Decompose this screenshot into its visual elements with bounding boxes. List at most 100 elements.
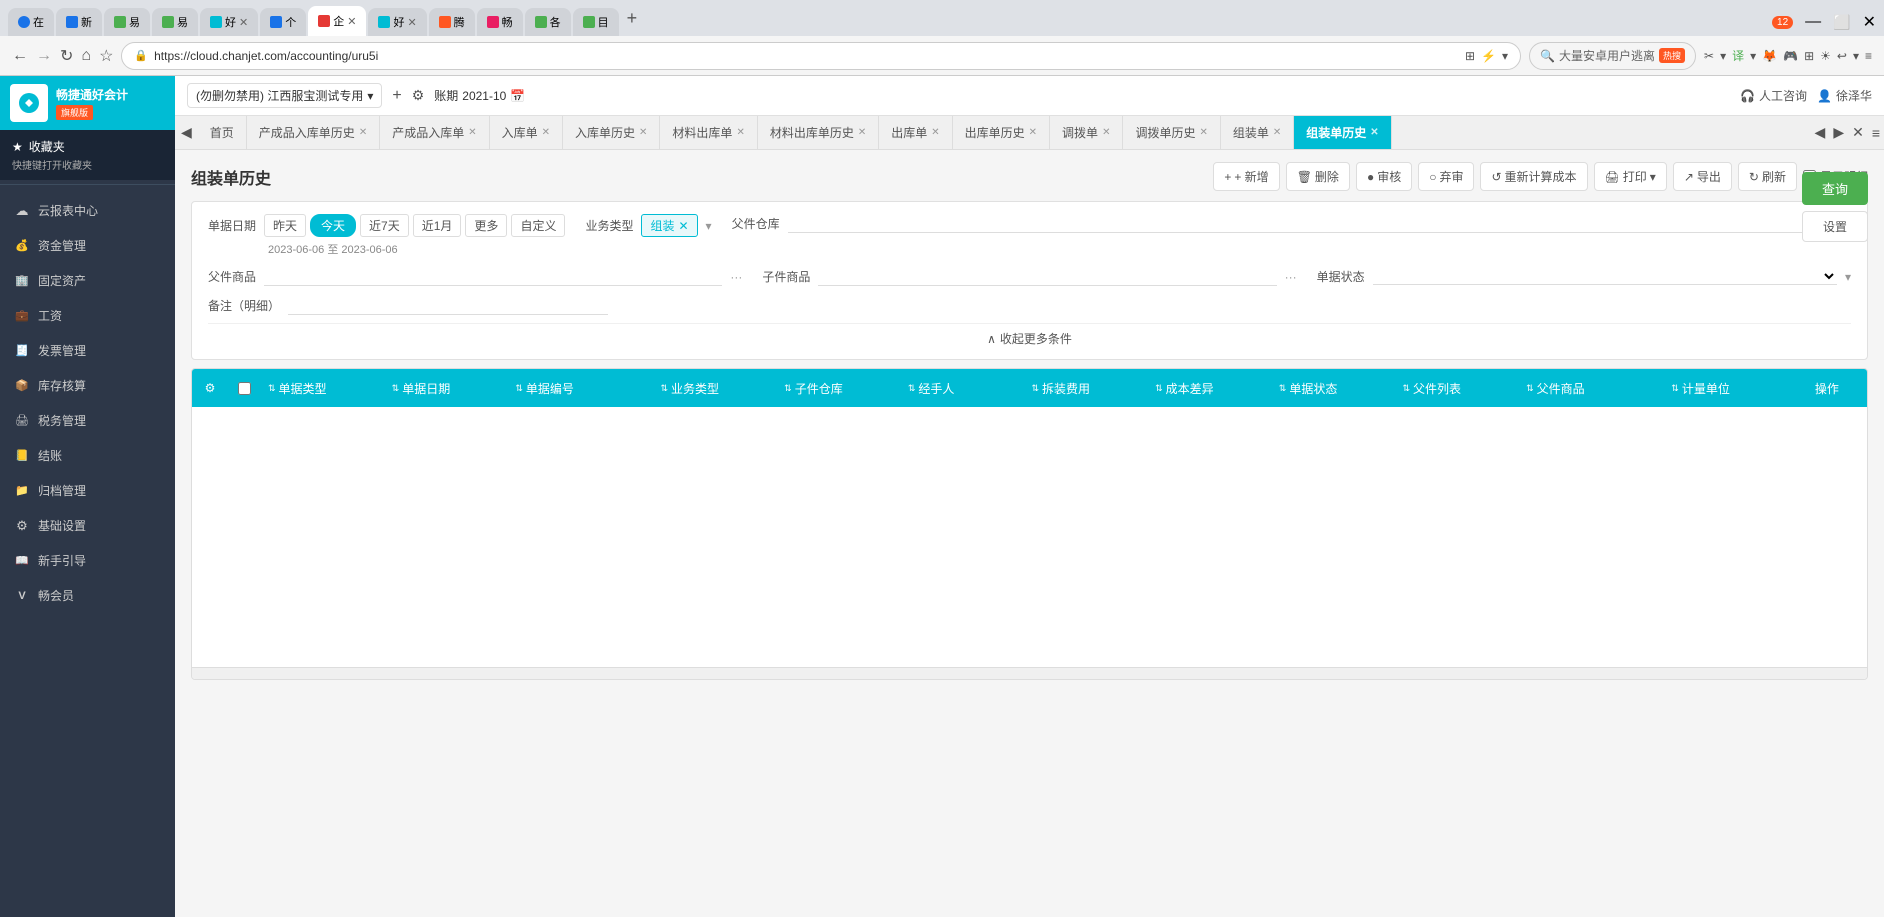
close-all-tabs-btn[interactable]: ✕ bbox=[1848, 124, 1868, 141]
parent-goods-input[interactable] bbox=[264, 267, 722, 286]
date-more[interactable]: 更多 bbox=[465, 214, 507, 237]
forward-button[interactable]: → bbox=[36, 47, 52, 65]
close-button[interactable]: ✕ bbox=[1863, 12, 1876, 32]
tab-ccrkd-history[interactable]: 产成品入库单历史 ✕ bbox=[247, 116, 380, 150]
query-button[interactable]: 查询 bbox=[1802, 172, 1868, 205]
add-company-button[interactable]: + bbox=[392, 87, 401, 105]
settings-gear-button[interactable]: ⚙ bbox=[412, 87, 425, 104]
bookmark-button[interactable]: ☆ bbox=[99, 46, 113, 66]
print-button[interactable]: 🖨 打印 ▾ bbox=[1594, 162, 1667, 191]
date-custom[interactable]: 自定义 bbox=[511, 214, 565, 237]
remove-business-type[interactable]: ✕ bbox=[678, 219, 688, 233]
th-doc-type[interactable]: ⇅ 单据类型 bbox=[260, 380, 384, 397]
tab-ckd-history[interactable]: 出库单历史 ✕ bbox=[953, 116, 1050, 150]
tab-assembly-history[interactable]: 组装单历史 ✕ bbox=[1294, 116, 1391, 150]
sidebar-item-account[interactable]: 📒 结账 bbox=[0, 438, 175, 473]
tab-clckd-history[interactable]: 材料出库单历史 ✕ bbox=[758, 116, 879, 150]
sidebar-item-inventory[interactable]: 📦 库存核算 bbox=[0, 368, 175, 403]
abandon-button[interactable]: ○ 弃审 bbox=[1418, 162, 1474, 191]
th-settings[interactable]: ⚙ bbox=[192, 381, 228, 395]
audit-button[interactable]: ● 审核 bbox=[1356, 162, 1412, 191]
browser-tab-11[interactable]: 目 bbox=[573, 8, 619, 36]
th-biz-type[interactable]: ⇅ 业务类型 bbox=[653, 380, 777, 397]
support-section[interactable]: 🎧 人工咨询 bbox=[1740, 87, 1807, 104]
th-doc-status[interactable]: ⇅ 单据状态 bbox=[1271, 380, 1395, 397]
tab-scroll-right-btn[interactable]: ▶ bbox=[1829, 124, 1848, 141]
new-record-button[interactable]: + + 新增 bbox=[1213, 162, 1279, 191]
close-tab-5[interactable]: ✕ bbox=[736, 127, 744, 138]
child-goods-input[interactable] bbox=[818, 267, 1276, 286]
bookmarks-title[interactable]: ★ 收藏夹 bbox=[12, 138, 163, 155]
tab-clckd[interactable]: 材料出库单 ✕ bbox=[660, 116, 757, 150]
tab-more-btn[interactable]: ≡ bbox=[1868, 125, 1884, 141]
browser-tab-3[interactable]: 易 bbox=[152, 8, 198, 36]
sidebar-item-invoice[interactable]: 🧾 发票管理 bbox=[0, 333, 175, 368]
tab-close-7[interactable]: ✕ bbox=[407, 16, 416, 29]
tab-rkd-history[interactable]: 入库单历史 ✕ bbox=[563, 116, 660, 150]
close-tab-11[interactable]: ✕ bbox=[1273, 127, 1281, 138]
browser-tab-6[interactable]: 企 ✕ bbox=[308, 6, 366, 36]
tab-close-4[interactable]: ✕ bbox=[239, 16, 248, 29]
tab-diaob-history[interactable]: 调拨单历史 ✕ bbox=[1123, 116, 1220, 150]
filter-settings-button[interactable]: 设置 bbox=[1802, 211, 1868, 242]
collapse-button[interactable]: ∧ 收起更多条件 bbox=[987, 330, 1072, 347]
tab-ccrkd[interactable]: 产成品入库单 ✕ bbox=[380, 116, 489, 150]
close-tab-12[interactable]: ✕ bbox=[1370, 127, 1378, 138]
sidebar-item-settings[interactable]: ⚙ 基础设置 bbox=[0, 508, 175, 543]
browser-tab-7[interactable]: 好 ✕ bbox=[368, 8, 426, 36]
sidebar-item-guide[interactable]: 📖 新手引导 bbox=[0, 543, 175, 578]
back-button[interactable]: ← bbox=[12, 47, 28, 65]
tab-rkd[interactable]: 入库单 ✕ bbox=[490, 116, 563, 150]
th-unit[interactable]: ⇅ 计量单位 bbox=[1663, 380, 1787, 397]
table-scrollbar[interactable] bbox=[192, 667, 1867, 679]
select-all-checkbox[interactable] bbox=[238, 382, 251, 395]
th-parent-list[interactable]: ⇅ 父件列表 bbox=[1394, 380, 1518, 397]
close-tab-2[interactable]: ✕ bbox=[468, 127, 476, 138]
address-bar[interactable]: 🔒 https://cloud.chanjet.com/accounting/u… bbox=[121, 42, 1521, 70]
close-tab-1[interactable]: ✕ bbox=[359, 127, 367, 138]
note-input[interactable] bbox=[288, 296, 608, 315]
th-child-warehouse[interactable]: ⇅ 子件仓库 bbox=[776, 380, 900, 397]
tab-assembly[interactable]: 组装单 ✕ bbox=[1221, 116, 1294, 150]
parent-goods-more[interactable]: ··· bbox=[730, 270, 742, 284]
recalculate-button[interactable]: ↺ 重新计算成本 bbox=[1480, 162, 1587, 191]
calendar-icon[interactable]: 📅 bbox=[510, 89, 525, 103]
date-1month[interactable]: 近1月 bbox=[413, 214, 462, 237]
export-button[interactable]: ↗ 导出 bbox=[1673, 162, 1732, 191]
browser-tab-9[interactable]: 畅 bbox=[477, 8, 523, 36]
parent-warehouse-input[interactable] bbox=[788, 214, 1831, 233]
th-disassemble-fee[interactable]: ⇅ 拆装费用 bbox=[1023, 380, 1147, 397]
company-selector[interactable]: (勿删勿禁用) 江西服宝测试专用 ▾ bbox=[187, 83, 382, 108]
refresh-button[interactable]: ↻ 刷新 bbox=[1738, 162, 1797, 191]
browser-tab-1[interactable]: 新 bbox=[56, 8, 102, 36]
tab-ckd[interactable]: 出库单 ✕ bbox=[879, 116, 952, 150]
search-box[interactable]: 🔍 大量安卓用户逃离 热搜 bbox=[1529, 42, 1696, 70]
browser-tab-0[interactable]: 在 bbox=[8, 8, 54, 36]
tab-home[interactable]: 首页 bbox=[198, 116, 247, 150]
th-checkbox[interactable] bbox=[228, 382, 260, 395]
th-handler[interactable]: ⇅ 经手人 bbox=[900, 380, 1024, 397]
status-dropdown[interactable]: ▾ bbox=[1845, 270, 1851, 284]
sidebar-item-member[interactable]: V 畅会员 bbox=[0, 578, 175, 613]
sidebar-item-salary[interactable]: 💼 工资 bbox=[0, 298, 175, 333]
browser-tab-5[interactable]: 个 bbox=[260, 8, 306, 36]
tab-scroll-left-btn[interactable]: ◀ bbox=[1811, 124, 1830, 141]
sidebar-item-tax[interactable]: 🖨 税务管理 bbox=[0, 403, 175, 438]
tab-diaob[interactable]: 调拨单 ✕ bbox=[1050, 116, 1123, 150]
th-parent-goods[interactable]: ⇅ 父件商品 bbox=[1518, 380, 1663, 397]
date-yesterday[interactable]: 昨天 bbox=[264, 214, 306, 237]
close-tab-6[interactable]: ✕ bbox=[858, 127, 866, 138]
close-tab-8[interactable]: ✕ bbox=[1029, 127, 1037, 138]
sidebar-item-archive[interactable]: 📁 归档管理 bbox=[0, 473, 175, 508]
close-tab-7[interactable]: ✕ bbox=[931, 127, 939, 138]
user-section[interactable]: 👤 徐泽华 bbox=[1817, 87, 1872, 104]
tab-scroll-left[interactable]: ◀ bbox=[175, 124, 198, 141]
th-doc-no[interactable]: ⇅ 单据编号 bbox=[507, 380, 652, 397]
browser-tab-4[interactable]: 好 ✕ bbox=[200, 8, 258, 36]
business-type-dropdown[interactable]: ▾ bbox=[706, 219, 712, 233]
browser-tab-10[interactable]: 各 bbox=[525, 8, 571, 36]
browser-tab-8[interactable]: 腾 bbox=[429, 8, 475, 36]
close-tab-10[interactable]: ✕ bbox=[1199, 127, 1207, 138]
status-select[interactable] bbox=[1373, 268, 1837, 285]
date-7days[interactable]: 近7天 bbox=[360, 214, 409, 237]
